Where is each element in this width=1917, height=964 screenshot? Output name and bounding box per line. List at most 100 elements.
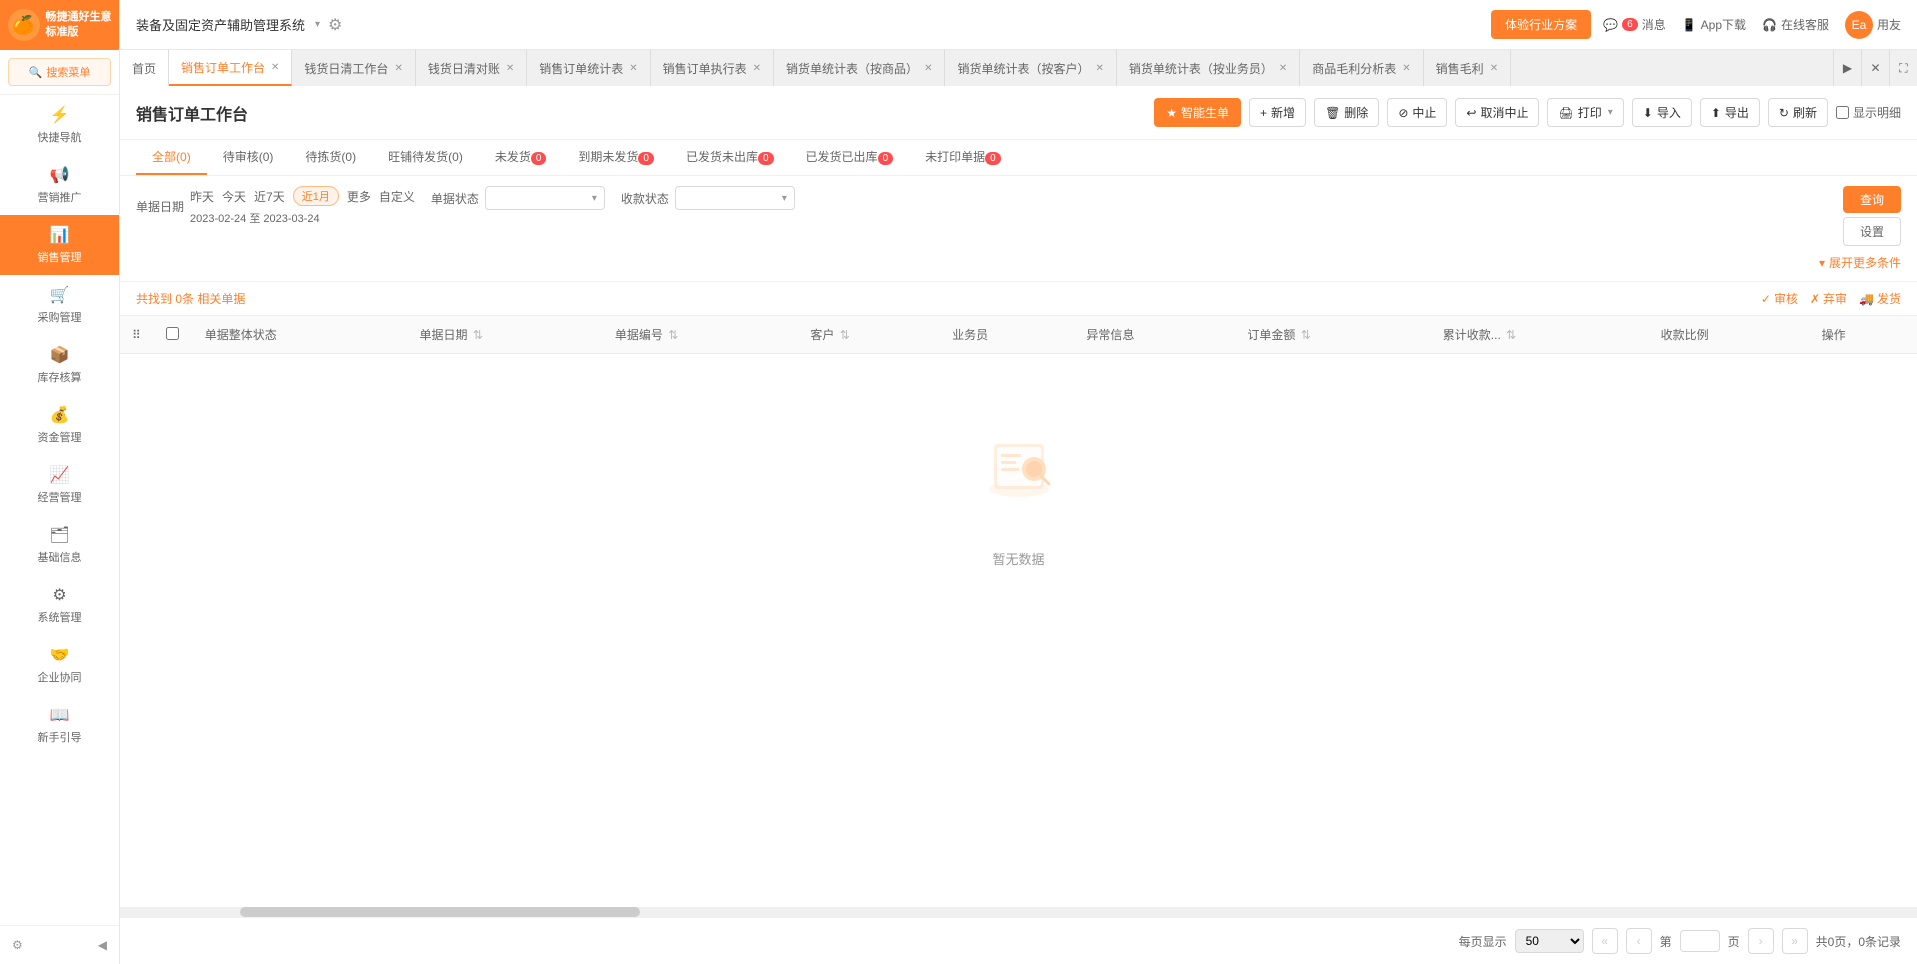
query-button[interactable]: 查询 <box>1843 186 1901 213</box>
tab-sales-by-customer[interactable]: 销货单统计表（按客户） ✕ <box>945 50 1116 86</box>
cancel-stop-button[interactable]: ↩ 取消中止 <box>1455 98 1539 127</box>
set-filter-button[interactable]: 设置 <box>1843 217 1901 246</box>
sidebar-item-enterprise[interactable]: 🤝 企业协同 <box>0 635 119 695</box>
subtab-overdue-not-shipped[interactable]: 到期未发货0 <box>562 140 670 175</box>
subtab-wangpu-pending[interactable]: 旺铺待发货(0) <box>372 140 479 175</box>
tab-close-sales-profit[interactable]: ✕ <box>1490 63 1498 74</box>
cancel-review-btn[interactable]: ✗ 弃审 <box>1810 290 1847 307</box>
page-size-label: 每页显示 <box>1459 933 1507 950</box>
tab-home[interactable]: 首页 <box>120 50 169 86</box>
ship-btn[interactable]: 🚚 发货 <box>1859 290 1901 307</box>
show-detail-checkbox[interactable] <box>1836 106 1849 119</box>
sort-amount-icon[interactable]: ⇅ <box>1301 328 1311 342</box>
last-page-button[interactable]: » <box>1782 928 1808 954</box>
tab-sales-profit[interactable]: 销售毛利 ✕ <box>1424 50 1511 86</box>
sidebar-item-quick-nav[interactable]: ⚡ 快捷导航 <box>0 95 119 155</box>
next-page-button[interactable]: › <box>1748 928 1774 954</box>
marketing-icon: 📢 <box>50 165 70 185</box>
tab-sales-exec[interactable]: 销售订单执行表 ✕ <box>651 50 774 86</box>
sort-received-icon[interactable]: ⇅ <box>1506 328 1516 342</box>
subtab-pending-inspect[interactable]: 待拣货(0) <box>289 140 372 175</box>
tab-close-sales-workbench[interactable]: ✕ <box>271 62 279 73</box>
date-option-1month[interactable]: 近1月 <box>293 186 339 206</box>
expand-filter-button[interactable]: ▾ 展开更多条件 <box>1819 254 1901 271</box>
search-icon: 🔍 <box>29 66 43 79</box>
tab-close-sales-by-customer[interactable]: ✕ <box>1095 63 1103 74</box>
subtab-not-printed[interactable]: 未打印单据0 <box>909 140 1017 175</box>
tab-close-all-btn[interactable]: ✕ <box>1861 50 1889 86</box>
top-settings-icon[interactable]: ⚙ <box>328 15 342 35</box>
search-menu-button[interactable]: 🔍 搜索菜单 <box>8 58 111 86</box>
show-detail-label[interactable]: 显示明细 <box>1836 104 1901 121</box>
online-service-action[interactable]: 🎧 在线客服 <box>1762 16 1829 33</box>
tab-sales-stats[interactable]: 销售订单统计表 ✕ <box>527 50 650 86</box>
scrollbar-thumb[interactable] <box>240 907 640 917</box>
date-option-more[interactable]: 更多 <box>347 188 371 205</box>
first-page-button[interactable]: « <box>1592 928 1618 954</box>
message-action[interactable]: 💬 6 消息 <box>1603 16 1666 33</box>
sidebar-item-purchase[interactable]: 🛒 采购管理 <box>0 275 119 335</box>
select-all-checkbox[interactable] <box>166 327 179 340</box>
tab-close-sales-by-staff[interactable]: ✕ <box>1279 63 1287 74</box>
payment-select[interactable] <box>675 186 795 210</box>
subtab-shipped-not-out[interactable]: 已发货未出库0 <box>670 140 790 175</box>
sort-number-icon[interactable]: ⇅ <box>668 328 678 342</box>
industry-solution-button[interactable]: 体验行业方案 <box>1491 10 1591 39</box>
page-size-select[interactable]: 50 100 200 <box>1515 929 1584 953</box>
sidebar-item-sales[interactable]: 📊 销售管理 <box>0 215 119 275</box>
subtab-shipped-out[interactable]: 已发货已出库0 <box>790 140 910 175</box>
tab-close-cash-reconcile[interactable]: ✕ <box>506 63 514 74</box>
tab-close-sales-by-product[interactable]: ✕ <box>924 63 932 74</box>
date-option-today[interactable]: 今天 <box>222 188 246 205</box>
phone-icon: 📱 <box>1682 18 1697 32</box>
sidebar-item-marketing[interactable]: 📢 营销推广 <box>0 155 119 215</box>
prev-page-button[interactable]: ‹ <box>1626 928 1652 954</box>
tab-gross-profit[interactable]: 商品毛利分析表 ✕ <box>1300 50 1423 86</box>
stop-button[interactable]: ⊘ 中止 <box>1387 98 1447 127</box>
app-download-action[interactable]: 📱 App下载 <box>1682 16 1746 33</box>
date-option-7days[interactable]: 近7天 <box>254 188 285 205</box>
date-option-custom[interactable]: 自定义 <box>379 188 415 205</box>
status-select[interactable] <box>485 186 605 210</box>
tab-close-sales-exec[interactable]: ✕ <box>753 63 761 74</box>
tab-maximize-btn[interactable]: ⛶ <box>1889 50 1917 86</box>
sidebar-item-system[interactable]: ⚙ 系统管理 <box>0 575 119 635</box>
settings-bottom-btn[interactable]: ⚙ <box>8 934 27 956</box>
tab-sales-by-staff[interactable]: 销货单统计表（按业务员） ✕ <box>1117 50 1300 86</box>
tab-sales-workbench[interactable]: 销售订单工作台 ✕ <box>169 50 292 86</box>
review-btn[interactable]: ✓ 审核 <box>1761 290 1798 307</box>
horizontal-scrollbar[interactable] <box>120 907 1917 917</box>
system-title: 装备及固定资产辅助管理系统 <box>136 15 305 34</box>
add-button[interactable]: + 新增 <box>1249 98 1306 127</box>
user-info[interactable]: Ea 用友 <box>1845 11 1901 39</box>
subtab-not-shipped[interactable]: 未发货0 <box>479 140 563 175</box>
tab-close-cash-daily[interactable]: ✕ <box>394 63 402 74</box>
tab-close-sales-stats[interactable]: ✕ <box>629 63 637 74</box>
tab-close-gross-profit[interactable]: ✕ <box>1402 63 1410 74</box>
tab-sales-by-product[interactable]: 销货单统计表（按商品） ✕ <box>774 50 945 86</box>
sidebar-item-inventory[interactable]: 📦 库存核算 <box>0 335 119 395</box>
system-title-arrow[interactable]: ▾ <box>315 19 320 30</box>
sidebar-item-operations[interactable]: 📈 经营管理 <box>0 455 119 515</box>
smart-create-button[interactable]: ★ 智能生单 <box>1154 98 1241 127</box>
subtab-pending-review[interactable]: 待审核(0) <box>207 140 290 175</box>
collapse-sidebar-btn[interactable]: ◀ <box>94 934 111 956</box>
sort-date-icon[interactable]: ⇅ <box>473 328 483 342</box>
sidebar-item-finance[interactable]: 💰 资金管理 <box>0 395 119 455</box>
date-option-yesterday[interactable]: 昨天 <box>190 188 214 205</box>
tab-cash-reconcile[interactable]: 钱货日清对账 ✕ <box>416 50 527 86</box>
subtab-all[interactable]: 全部(0) <box>136 140 207 175</box>
sidebar-item-basic[interactable]: 🗂 基础信息 <box>0 515 119 575</box>
print-button[interactable]: 🖨 打印 ▾ <box>1547 98 1623 127</box>
sidebar-item-guide[interactable]: 📖 新手引导 <box>0 695 119 755</box>
current-page-input[interactable]: 1 <box>1680 930 1720 952</box>
delete-button[interactable]: 🗑 删除 <box>1314 98 1379 127</box>
tab-scroll-right-btn[interactable]: ▶ <box>1833 50 1861 86</box>
import-button[interactable]: ⬇ 导入 <box>1632 98 1692 127</box>
refresh-button[interactable]: ↻ 刷新 <box>1768 98 1828 127</box>
tab-cash-daily[interactable]: 钱货日清工作台 ✕ <box>292 50 415 86</box>
orders-table: ⠿ 单据整体状态 单据日期 ⇅ <box>120 316 1917 354</box>
export-button[interactable]: ⬆ 导出 <box>1700 98 1760 127</box>
sidebar-search-area: 🔍 搜索菜单 <box>0 50 119 95</box>
sort-customer-icon[interactable]: ⇅ <box>840 328 850 342</box>
